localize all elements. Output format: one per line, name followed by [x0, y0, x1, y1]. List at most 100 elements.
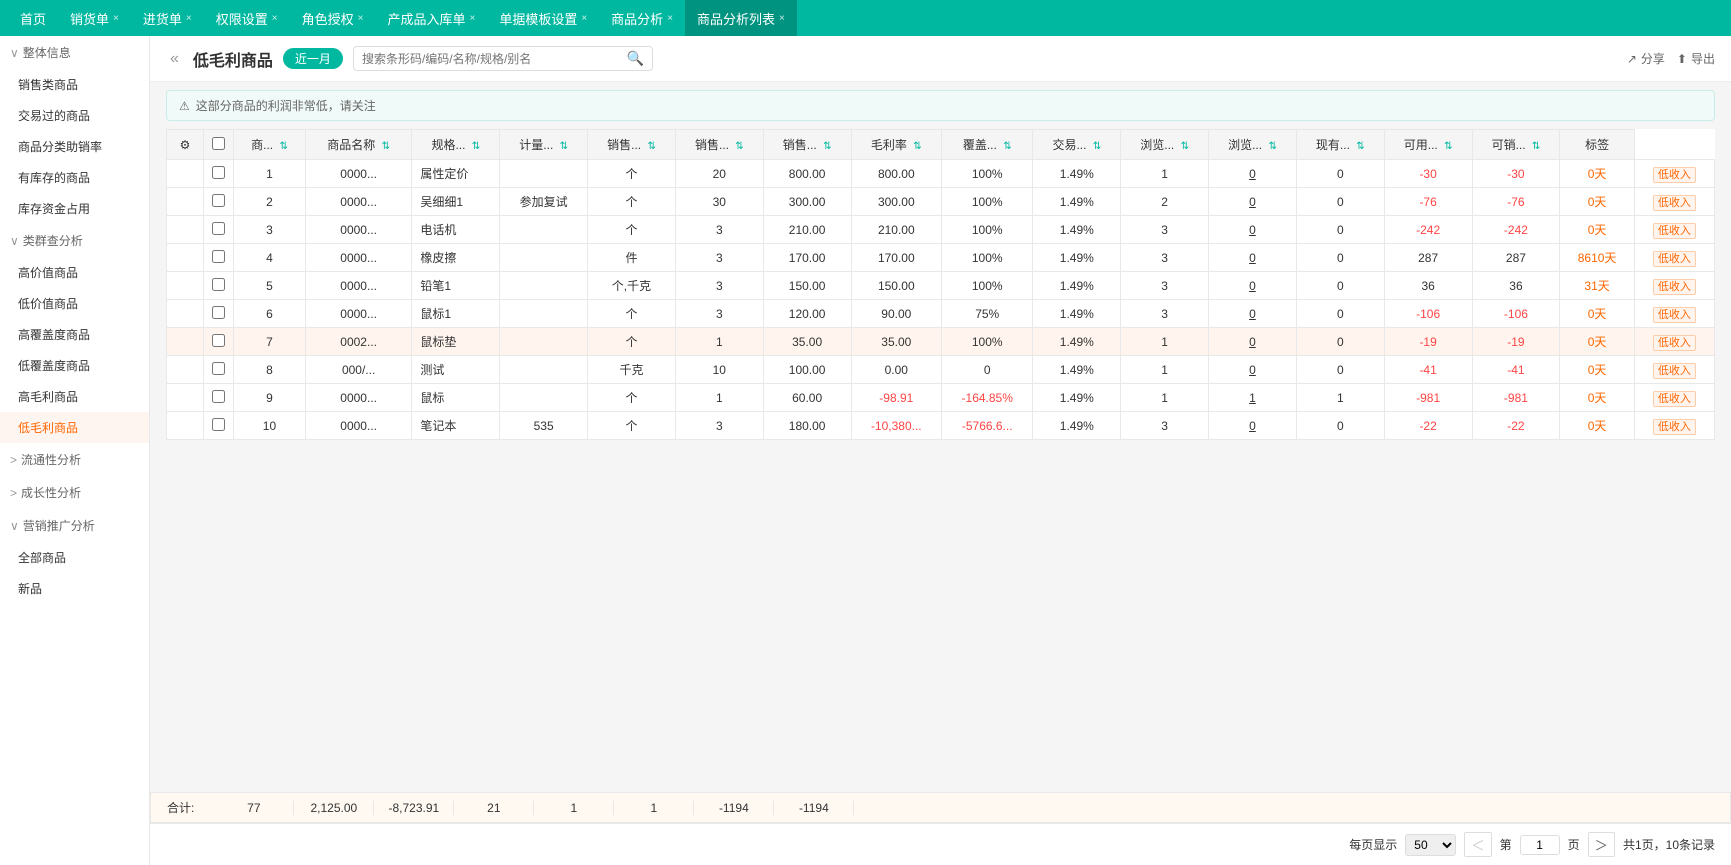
sidebar-item-high-margin[interactable]: 高毛利商品 — [0, 381, 149, 412]
row-checkbox[interactable] — [204, 412, 234, 440]
close-icon-analysis[interactable]: × — [667, 13, 673, 24]
row-sellable: 0天 — [1560, 216, 1634, 244]
sort-current-stock[interactable]: ⇅ — [1356, 141, 1364, 152]
sidebar-item-all-goods[interactable]: 全部商品 — [0, 542, 149, 573]
sidebar-item-category-rate[interactable]: 商品分类助销率 — [0, 131, 149, 162]
row-checkbox[interactable] — [204, 272, 234, 300]
row-gross-rate: 100% — [942, 328, 1033, 356]
row-checkbox[interactable] — [204, 188, 234, 216]
sort-transaction[interactable]: ⇅ — [1093, 141, 1101, 152]
next-page-button[interactable]: ＞ — [1588, 832, 1615, 857]
search-icon[interactable]: 🔍 — [627, 50, 644, 67]
col-spec: 规格... ⇅ — [412, 130, 500, 160]
sidebar-item-in-stock[interactable]: 有库存的商品 — [0, 162, 149, 193]
row-browse1: 1 — [1209, 384, 1297, 412]
sidebar-item-high-coverage[interactable]: 高覆盖度商品 — [0, 319, 149, 350]
prev-page-button[interactable]: ＜ — [1464, 832, 1491, 857]
nav-item-purchase[interactable]: 进货单 × — [131, 0, 204, 36]
sidebar-item-low-margin[interactable]: 低毛利商品 — [0, 412, 149, 443]
per-page-select[interactable]: 50 100 200 — [1405, 834, 1456, 856]
sidebar-item-traded-goods[interactable]: 交易过的商品 — [0, 100, 149, 131]
page-number-input[interactable] — [1520, 835, 1560, 855]
select-all-checkbox[interactable] — [212, 137, 225, 150]
row-transaction: 1 — [1121, 328, 1209, 356]
row-transaction: 3 — [1121, 244, 1209, 272]
row-sellable: 0天 — [1560, 356, 1634, 384]
col-browse2: 浏览... ⇅ — [1209, 130, 1297, 160]
sidebar-item-sales-goods[interactable]: 销售类商品 — [0, 69, 149, 100]
sidebar-group-marketing[interactable]: ∨ 营销推广分析 — [0, 509, 149, 542]
row-browse1: 0 — [1209, 300, 1297, 328]
row-current-stock: -19 — [1384, 328, 1472, 356]
nav-item-permissions[interactable]: 权限设置 × — [204, 0, 290, 36]
close-icon-sales[interactable]: × — [113, 13, 119, 24]
sidebar-item-low-coverage[interactable]: 低覆盖度商品 — [0, 350, 149, 381]
sort-unit[interactable]: ⇅ — [560, 141, 568, 152]
nav-item-roles[interactable]: 角色授权 × — [290, 0, 376, 36]
sort-coverage[interactable]: ⇅ — [1003, 141, 1011, 152]
nav-item-analysis[interactable]: 商品分析 × — [599, 0, 685, 36]
row-checkbox[interactable] — [204, 300, 234, 328]
page-suffix: 页 — [1568, 836, 1580, 853]
sort-sales-amount[interactable]: ⇅ — [823, 141, 831, 152]
row-tag: 低收入 — [1634, 356, 1714, 384]
sidebar-item-low-value[interactable]: 低价值商品 — [0, 288, 149, 319]
table-container[interactable]: ⚙ 商... ⇅ 商品名称 ⇅ 规格... ⇅ 计量... ⇅ 销售... ⇅ … — [150, 129, 1731, 792]
table-row: 2 0000... 吴细细1 参加复试 个 30 300.00 300.00 1… — [167, 188, 1715, 216]
row-transaction: 3 — [1121, 412, 1209, 440]
sidebar-group-overview[interactable]: ∨ 整体信息 — [0, 36, 149, 69]
sidebar-group-cluster[interactable]: ∨ 类群查分析 — [0, 224, 149, 257]
table-header-row: ⚙ 商... ⇅ 商品名称 ⇅ 规格... ⇅ 计量... ⇅ 销售... ⇅ … — [167, 130, 1715, 160]
row-checkbox[interactable] — [204, 328, 234, 356]
collapse-sidebar-button[interactable]: « — [166, 50, 183, 68]
share-button[interactable]: ↗ 分享 — [1627, 50, 1665, 67]
row-sales-qty: 3 — [675, 412, 763, 440]
sidebar-item-high-value[interactable]: 高价值商品 — [0, 257, 149, 288]
row-checkbox[interactable] — [204, 384, 234, 412]
page-label: 第 — [1500, 836, 1512, 853]
row-sales-price: 210.00 — [763, 216, 851, 244]
close-icon-permissions[interactable]: × — [272, 13, 278, 24]
sidebar-item-inventory-capital[interactable]: 库存资金占用 — [0, 193, 149, 224]
sort-sales-price[interactable]: ⇅ — [735, 141, 743, 152]
row-tag: 低收入 — [1634, 328, 1714, 356]
sort-code[interactable]: ⇅ — [279, 141, 287, 152]
search-input[interactable] — [362, 52, 627, 66]
row-checkbox[interactable] — [204, 216, 234, 244]
table-row: 10 0000... 笔记本 535 个 3 180.00 -10,380...… — [167, 412, 1715, 440]
sort-browse2[interactable]: ⇅ — [1268, 141, 1276, 152]
sidebar-item-new-goods[interactable]: 新品 — [0, 573, 149, 604]
nav-item-sales[interactable]: 销货单 × — [58, 0, 131, 36]
row-transaction: 3 — [1121, 272, 1209, 300]
close-icon-template[interactable]: × — [581, 13, 587, 24]
close-icon-analysis-list[interactable]: × — [779, 13, 785, 24]
sidebar-group-flow[interactable]: > 流通性分析 — [0, 443, 149, 476]
sort-sales-qty[interactable]: ⇅ — [647, 141, 655, 152]
row-available: -41 — [1472, 356, 1560, 384]
row-checkbox[interactable] — [204, 160, 234, 188]
col-checkbox-all[interactable] — [204, 130, 234, 160]
row-checkbox[interactable] — [204, 356, 234, 384]
export-button[interactable]: ⬆ 导出 — [1677, 50, 1715, 67]
close-icon-roles[interactable]: × — [358, 13, 364, 24]
row-checkbox[interactable] — [204, 244, 234, 272]
sort-sellable[interactable]: ⇅ — [1532, 141, 1540, 152]
sidebar-group-growth[interactable]: > 成长性分析 — [0, 476, 149, 509]
nav-item-home[interactable]: 首页 — [8, 0, 58, 36]
sort-gross-rate[interactable]: ⇅ — [913, 141, 921, 152]
close-icon-purchase[interactable]: × — [186, 13, 192, 24]
close-icon-product-in[interactable]: × — [469, 13, 475, 24]
nav-item-template[interactable]: 单据模板设置 × — [487, 0, 599, 36]
row-current-stock: -242 — [1384, 216, 1472, 244]
footer-sales-qty: 77 — [214, 801, 294, 815]
nav-item-analysis-list[interactable]: 商品分析列表 × — [685, 0, 797, 36]
col-available: 可用... ⇅ — [1384, 130, 1472, 160]
sort-available[interactable]: ⇅ — [1444, 141, 1452, 152]
row-sales-qty: 3 — [675, 300, 763, 328]
filter-recent-button[interactable]: 近一月 — [283, 48, 343, 69]
nav-item-product-in[interactable]: 产成品入库单 × — [375, 0, 487, 36]
col-settings[interactable]: ⚙ — [167, 130, 204, 160]
sort-name[interactable]: ⇅ — [382, 141, 390, 152]
sort-spec[interactable]: ⇅ — [472, 141, 480, 152]
sort-browse1[interactable]: ⇅ — [1181, 141, 1189, 152]
